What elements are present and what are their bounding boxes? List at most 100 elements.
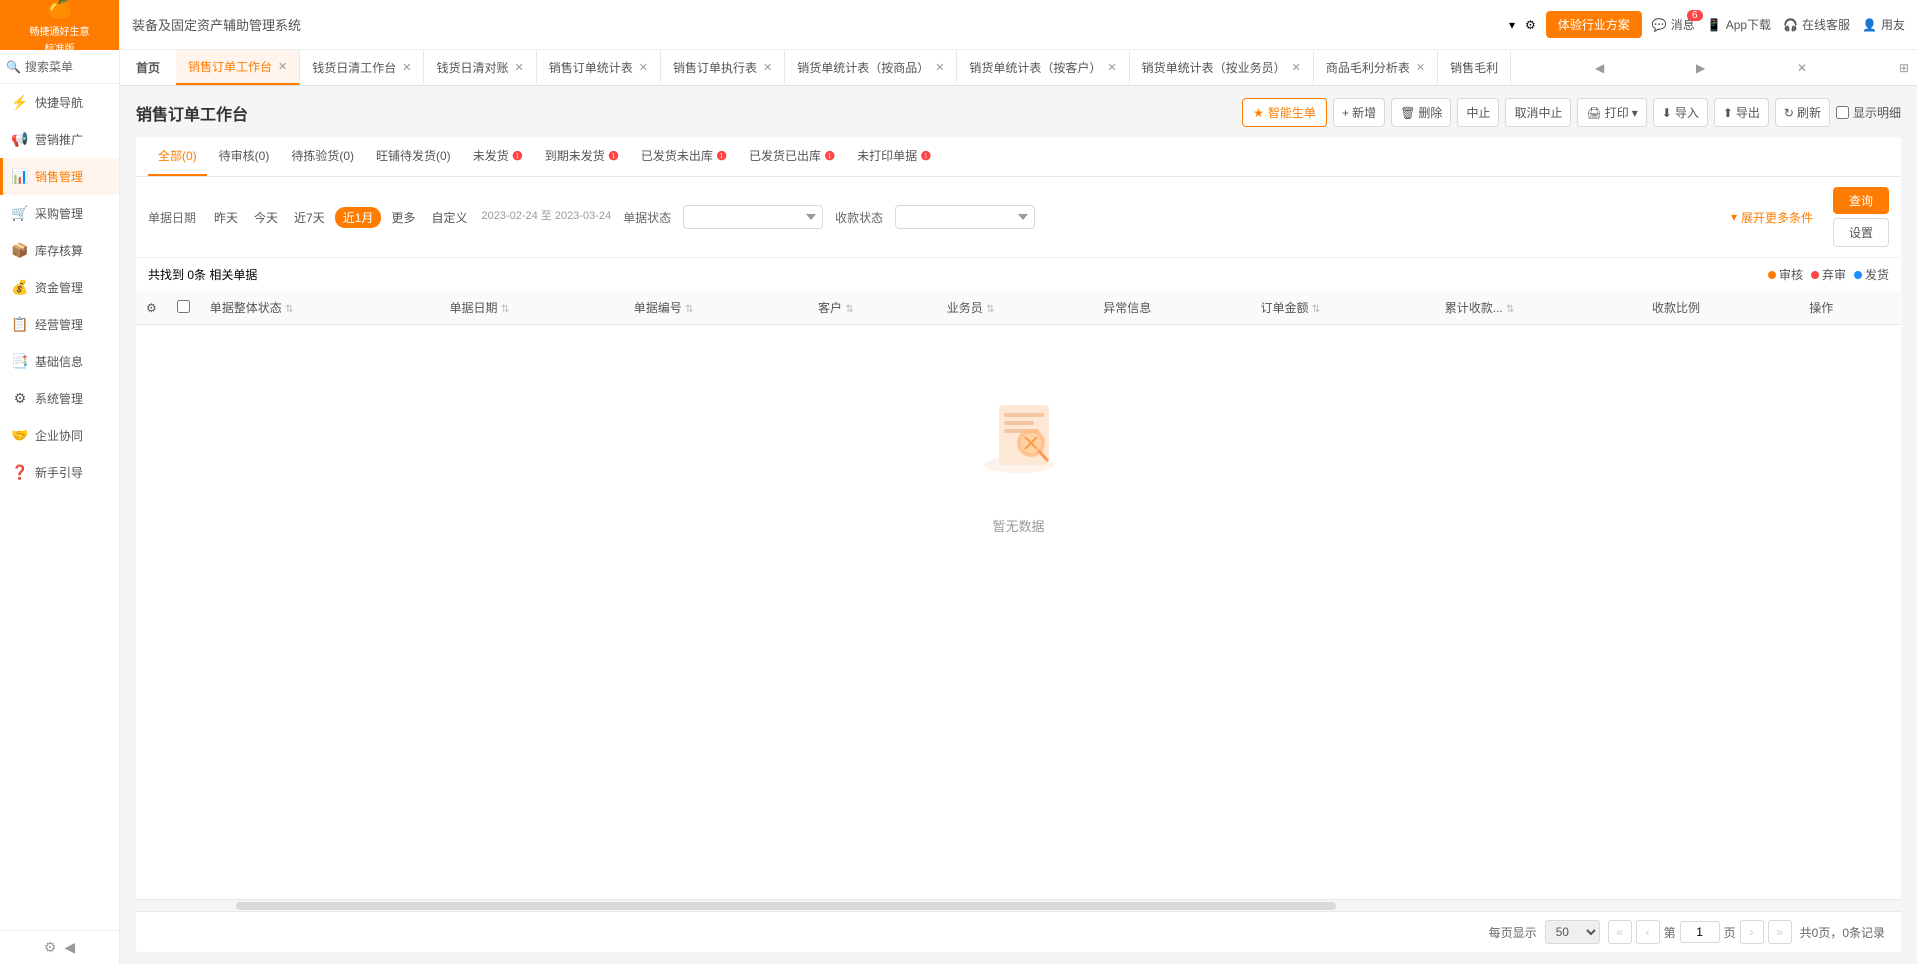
refresh-btn[interactable]: ↻ 刷新: [1775, 98, 1830, 127]
horizontal-scrollbar[interactable]: [136, 899, 1901, 911]
sub-tab-pending-review[interactable]: 待审核(0): [209, 137, 280, 176]
message-btn[interactable]: 💬 消息 6: [1652, 16, 1695, 33]
sort-customer-icon[interactable]: ⇅: [845, 304, 853, 315]
tab-nav-next[interactable]: ▶: [1688, 53, 1713, 83]
sort-staff-icon[interactable]: ⇅: [986, 304, 994, 315]
experience-btn[interactable]: 体验行业方案: [1546, 11, 1642, 38]
sidebar-item-guide[interactable]: ❓ 新手引导: [0, 454, 119, 491]
sub-tab-not-printed[interactable]: 未打印单据 ❶: [847, 137, 941, 176]
tab-sales-workbench-close[interactable]: ✕: [278, 60, 287, 73]
sub-tab-all[interactable]: 全部(0): [148, 137, 207, 176]
user-btn[interactable]: 👤 用友: [1862, 16, 1905, 33]
th-checkbox[interactable]: [167, 291, 200, 325]
tab-sales-exec-label: 销售订单执行表: [673, 59, 757, 76]
tab-gross-profit[interactable]: 商品毛利分析表 ✕: [1314, 51, 1438, 84]
tab-cash-reconcile[interactable]: 钱货日清对账 ✕: [424, 51, 536, 84]
page-next-btn[interactable]: ›: [1740, 920, 1764, 944]
sub-tab-shipped-out[interactable]: 已发货已出库 ❶: [739, 137, 845, 176]
sidebar-item-marketing[interactable]: 📢 营销推广: [0, 121, 119, 158]
expand-filter-btn[interactable]: ▾ 展开更多条件: [1731, 209, 1813, 226]
sub-tab-pending-inspect[interactable]: 待拣验货(0): [281, 137, 364, 176]
per-page-select[interactable]: 10 20 50 100: [1545, 920, 1600, 944]
tab-nav-prev[interactable]: ◀: [1587, 53, 1612, 83]
sidebar-item-system[interactable]: ⚙ 系统管理: [0, 380, 119, 417]
tab-sales-workbench[interactable]: 销售订单工作台 ✕: [176, 50, 300, 85]
sort-date-icon[interactable]: ⇅: [501, 304, 509, 315]
export-btn[interactable]: ⬆ 导出: [1714, 98, 1769, 127]
sub-tab-overdue[interactable]: 到期未发货 ❶: [535, 137, 629, 176]
date-custom[interactable]: 自定义: [425, 207, 473, 228]
sidebar-item-search[interactable]: 🔍 搜索菜单: [0, 50, 119, 84]
tab-sales-profit[interactable]: 销售毛利: [1438, 51, 1511, 84]
show-detail-toggle[interactable]: 显示明细: [1836, 104, 1901, 121]
online-service-btn[interactable]: 🎧 在线客服: [1783, 16, 1850, 33]
import-btn[interactable]: ⬇ 导入: [1653, 98, 1708, 127]
tab-close-all[interactable]: ✕: [1789, 53, 1815, 83]
select-all-checkbox[interactable]: [177, 300, 190, 313]
tab-sales-by-product[interactable]: 销货单统计表（按商品） ✕: [785, 51, 957, 84]
settings-icon[interactable]: ⚙: [1525, 18, 1536, 32]
tab-gross-profit-close[interactable]: ✕: [1416, 61, 1425, 74]
dropdown-icon[interactable]: ▾: [1509, 18, 1515, 32]
tab-sales-exec[interactable]: 销售订单执行表 ✕: [661, 51, 785, 84]
th-settings[interactable]: ⚙: [136, 291, 167, 325]
sidebar-item-purchase[interactable]: 🛒 采购管理: [0, 195, 119, 232]
delete-btn[interactable]: 🗑 删除: [1391, 98, 1451, 127]
tab-sales-by-staff-close[interactable]: ✕: [1292, 61, 1301, 74]
stop-btn[interactable]: 中止: [1457, 98, 1499, 127]
page-last-btn[interactable]: »: [1768, 920, 1792, 944]
sidebar-item-sales[interactable]: 📊 销售管理: [0, 158, 119, 195]
status-filter-select[interactable]: [683, 205, 823, 229]
sub-tab-wangpu[interactable]: 旺铺待发货(0): [366, 137, 461, 176]
print-btn[interactable]: 🖨 打印 ▾: [1577, 98, 1646, 127]
sidebar-item-operations[interactable]: 📋 经营管理: [0, 306, 119, 343]
sub-tab-shipped-not-out[interactable]: 已发货未出库 ❶: [631, 137, 737, 176]
date-today[interactable]: 今天: [248, 207, 284, 228]
sidebar-item-basic-info[interactable]: 📑 基础信息: [0, 343, 119, 380]
discard-review-btn[interactable]: 弃审: [1811, 266, 1846, 283]
collapse-icon[interactable]: ◀: [64, 939, 75, 956]
inventory-label: 库存核算: [35, 242, 83, 259]
sort-number-icon[interactable]: ⇅: [685, 304, 693, 315]
tab-sales-exec-close[interactable]: ✕: [763, 61, 772, 74]
settings-bottom-icon[interactable]: ⚙: [44, 939, 57, 956]
date-7days[interactable]: 近7天: [288, 207, 331, 228]
page-number-input[interactable]: [1680, 921, 1720, 943]
tab-cash-daily-close[interactable]: ✕: [402, 61, 411, 74]
sort-received-icon[interactable]: ⇅: [1506, 304, 1514, 315]
tab-sales-by-customer[interactable]: 销货单统计表（按客户） ✕: [957, 51, 1129, 84]
delete-label: 删除: [1418, 104, 1442, 121]
add-btn[interactable]: + 新增: [1333, 98, 1385, 127]
scroll-thumb[interactable]: [236, 902, 1336, 910]
sidebar-item-inventory[interactable]: 📦 库存核算: [0, 232, 119, 269]
date-more[interactable]: 更多: [385, 207, 421, 228]
page-first-btn[interactable]: «: [1608, 920, 1632, 944]
tab-sales-by-staff[interactable]: 销货单统计表（按业务员） ✕: [1130, 51, 1314, 84]
tab-cash-reconcile-close[interactable]: ✕: [515, 61, 524, 74]
tab-sales-stats-close[interactable]: ✕: [639, 61, 648, 74]
show-detail-checkbox[interactable]: [1836, 106, 1849, 119]
tab-home[interactable]: 首页: [120, 51, 176, 84]
sidebar-item-quick-nav[interactable]: ⚡ 快捷导航: [0, 84, 119, 121]
tab-expand[interactable]: ⊞: [1891, 53, 1917, 83]
query-btn[interactable]: 查询: [1833, 187, 1889, 214]
ship-btn[interactable]: 发货: [1854, 266, 1889, 283]
tab-sales-by-customer-close[interactable]: ✕: [1107, 61, 1116, 74]
review-btn[interactable]: 审核: [1768, 266, 1803, 283]
tab-sales-by-product-close[interactable]: ✕: [935, 61, 944, 74]
sort-amount-icon[interactable]: ⇅: [1312, 304, 1320, 315]
setting-btn[interactable]: 设置: [1833, 218, 1889, 247]
tab-cash-daily[interactable]: 钱货日清工作台 ✕: [300, 51, 424, 84]
app-download-btn[interactable]: 📱 App下载: [1707, 16, 1771, 33]
smart-generate-btn[interactable]: ★ 智能生单: [1242, 98, 1327, 127]
sidebar-item-cooperation[interactable]: 🤝 企业协同: [0, 417, 119, 454]
cancel-stop-btn[interactable]: 取消中止: [1505, 98, 1571, 127]
tab-sales-stats[interactable]: 销售订单统计表 ✕: [537, 51, 661, 84]
date-1month[interactable]: 近1月: [335, 207, 382, 228]
payment-filter-select[interactable]: [895, 205, 1035, 229]
sidebar-item-finance[interactable]: 💰 资金管理: [0, 269, 119, 306]
date-yesterday[interactable]: 昨天: [208, 207, 244, 228]
sub-tab-not-shipped[interactable]: 未发货 ❶: [463, 137, 533, 176]
sort-status-icon[interactable]: ⇅: [285, 304, 293, 315]
page-prev-btn[interactable]: ‹: [1636, 920, 1660, 944]
